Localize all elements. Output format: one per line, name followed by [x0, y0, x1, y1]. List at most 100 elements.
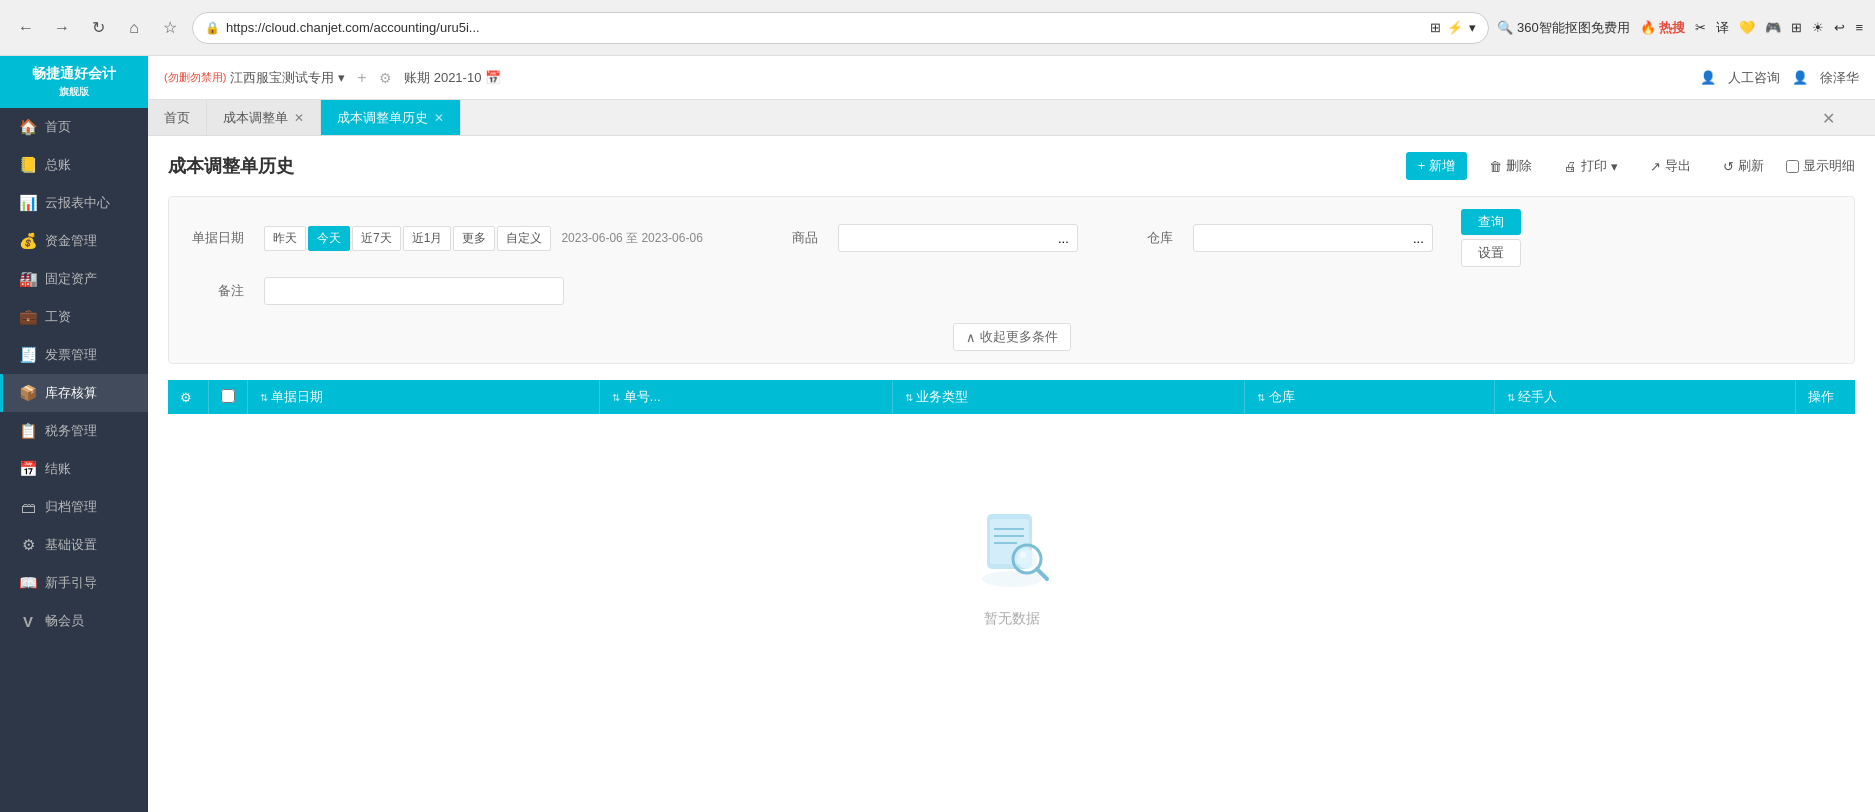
game-tool[interactable]: 🎮	[1765, 20, 1781, 35]
add-company-button[interactable]: +	[357, 69, 366, 87]
date-btn-custom[interactable]: 自定义	[497, 226, 551, 251]
print-button[interactable]: 🖨 打印 ▾	[1554, 152, 1628, 180]
star-button[interactable]: ☆	[156, 14, 184, 42]
th-settings[interactable]: ⚙	[168, 380, 208, 414]
scissors-tool[interactable]: ✂	[1695, 20, 1706, 35]
page-actions: + 新增 🗑 删除 🖨 打印 ▾ ↗ 导出 ↺	[1406, 152, 1855, 180]
filter-settings-button[interactable]: 设置	[1461, 239, 1521, 267]
refresh-button[interactable]: ↻	[84, 14, 112, 42]
company-selector[interactable]: (勿删勿禁用) 江西服宝测试专用 ▾	[164, 69, 345, 87]
date-btn-more[interactable]: 更多	[453, 226, 495, 251]
warehouse-filter-label: 仓库	[1118, 229, 1173, 247]
tab-home[interactable]: 首页	[148, 100, 207, 135]
page-title: 成本调整单历史	[168, 154, 294, 178]
goods-select-button[interactable]: ...	[838, 224, 1078, 252]
note-input[interactable]	[264, 277, 564, 305]
empty-illustration	[962, 494, 1062, 594]
membership-icon: V	[19, 613, 37, 630]
date-btn-7days[interactable]: 近7天	[352, 226, 401, 251]
th-actions: 操作	[1795, 380, 1855, 414]
home-button[interactable]: ⌂	[120, 14, 148, 42]
export-button[interactable]: ↗ 导出	[1640, 152, 1701, 180]
support-text[interactable]: 人工咨询	[1728, 69, 1780, 87]
th-operator[interactable]: ⇅ 经手人	[1494, 380, 1795, 414]
sidebar-item-ledger[interactable]: 📒 总账	[0, 146, 148, 184]
collapse-button[interactable]: ∧ 收起更多条件	[953, 323, 1071, 351]
invoice-icon: 🧾	[19, 346, 37, 364]
warehouse-select-button[interactable]: ...	[1193, 224, 1433, 252]
sidebar-nav: 🏠 首页 📒 总账 📊 云报表中心 💰 资金管理 🏭 固定资产 💼 工资	[0, 108, 148, 812]
page-header: 成本调整单历史 + 新增 🗑 删除 🖨 打印 ▾ ↗ 导出	[168, 152, 1855, 180]
date-btn-yesterday[interactable]: 昨天	[264, 226, 306, 251]
filter-row-note: 备注	[189, 277, 1834, 305]
svg-point-9	[1020, 552, 1026, 558]
lightning-icon: ⚡	[1447, 20, 1463, 35]
print-dropdown: ▾	[1611, 159, 1618, 174]
sidebar-item-reports[interactable]: 📊 云报表中心	[0, 184, 148, 222]
th-biz-type[interactable]: ⇅ 业务类型	[892, 380, 1245, 414]
tab-cost-adjust-history-close[interactable]: ✕	[434, 111, 444, 125]
sidebar-item-archive[interactable]: 🗃 归档管理	[0, 488, 148, 526]
th-number[interactable]: ⇅ 单号...	[600, 380, 892, 414]
top-bar-left: (勿删勿禁用) 江西服宝测试专用 ▾ + ⚙ 账期 2021-10 📅	[164, 69, 501, 87]
delete-button[interactable]: 🗑 删除	[1479, 152, 1542, 180]
query-button[interactable]: 查询	[1461, 209, 1521, 235]
display-cols-label: 显示明细	[1803, 157, 1855, 175]
sidebar-item-closing[interactable]: 📅 结账	[0, 450, 148, 488]
refresh-button[interactable]: ↺ 刷新	[1713, 152, 1774, 180]
data-table: ⚙ ⇅ 单据日期 ⇅ 单号...	[168, 380, 1855, 414]
tab-cost-adjust-close[interactable]: ✕	[294, 111, 304, 125]
undo-tool[interactable]: ↩	[1834, 20, 1845, 35]
sidebar-item-inventory[interactable]: 📦 库存核算	[0, 374, 148, 412]
sidebar-label-tax: 税务管理	[45, 422, 97, 440]
forward-button[interactable]: →	[48, 14, 76, 42]
display-check: 显示明细	[1786, 157, 1855, 175]
sidebar-item-tax[interactable]: 📋 税务管理	[0, 412, 148, 450]
sort-icon-date: ⇅	[260, 392, 268, 403]
address-bar[interactable]: 🔒 https://cloud.chanjet.com/accounting/u…	[192, 12, 1489, 44]
calendar-icon[interactable]: 📅	[485, 70, 501, 85]
th-checkbox[interactable]	[208, 380, 247, 414]
sidebar-item-funds[interactable]: 💰 资金管理	[0, 222, 148, 260]
sidebar-item-fixed-assets[interactable]: 🏭 固定资产	[0, 260, 148, 298]
main-area: (勿删勿禁用) 江西服宝测试专用 ▾ + ⚙ 账期 2021-10 📅 👤 人工…	[148, 56, 1875, 812]
menu-tool[interactable]: ≡	[1855, 20, 1863, 35]
sidebar-item-settings[interactable]: ⚙ 基础设置	[0, 526, 148, 564]
sidebar-label-reports: 云报表中心	[45, 194, 110, 212]
ledger-icon: 📒	[19, 156, 37, 174]
user-name[interactable]: 徐泽华	[1820, 69, 1859, 87]
tab-cost-adjust[interactable]: 成本调整单 ✕	[207, 100, 321, 135]
display-cols-checkbox[interactable]	[1786, 160, 1799, 173]
new-button[interactable]: + 新增	[1406, 152, 1467, 180]
select-all-checkbox[interactable]	[221, 389, 235, 403]
goods-filter-container: ...	[838, 224, 1078, 252]
tab-cost-adjust-history[interactable]: 成本调整单历史 ✕	[321, 100, 461, 135]
all-tabs-close[interactable]: ✕	[1822, 100, 1835, 136]
date-btn-1month[interactable]: 近1月	[403, 226, 452, 251]
wallet-tool[interactable]: 💛	[1739, 20, 1755, 35]
back-button[interactable]: ←	[12, 14, 40, 42]
user-avatar: 👤	[1792, 70, 1808, 85]
salary-icon: 💼	[19, 308, 37, 326]
th-date[interactable]: ⇅ 单据日期	[247, 380, 600, 414]
page-content: 成本调整单历史 + 新增 🗑 删除 🖨 打印 ▾ ↗ 导出	[148, 136, 1875, 812]
company-settings-button[interactable]: ⚙	[379, 70, 392, 86]
brightness-tool[interactable]: ☀	[1812, 20, 1824, 35]
sidebar-item-membership[interactable]: V 畅会员	[0, 602, 148, 640]
sidebar-item-invoice[interactable]: 🧾 发票管理	[0, 336, 148, 374]
collapse-row: ∧ 收起更多条件	[189, 315, 1834, 351]
table-header: ⚙ ⇅ 单据日期 ⇅ 单号...	[168, 380, 1855, 414]
top-bar-right: 👤 人工咨询 👤 徐泽华	[1700, 69, 1859, 87]
hot-search[interactable]: 🔥 热搜	[1640, 19, 1686, 37]
grid-tool[interactable]: ⊞	[1791, 20, 1802, 35]
th-warehouse[interactable]: ⇅ 仓库	[1245, 380, 1494, 414]
logo-title: 畅捷通好会计	[32, 65, 116, 83]
sidebar-item-salary[interactable]: 💼 工资	[0, 298, 148, 336]
search-tool[interactable]: 🔍 360智能抠图免费用	[1497, 19, 1629, 37]
period-info: 账期 2021-10 📅	[404, 69, 502, 87]
sidebar-item-home[interactable]: 🏠 首页	[0, 108, 148, 146]
date-btn-today[interactable]: 今天	[308, 226, 350, 251]
translate-tool[interactable]: 译	[1716, 19, 1729, 37]
company-warning: (勿删勿禁用)	[164, 70, 226, 85]
sidebar-item-guide[interactable]: 📖 新手引导	[0, 564, 148, 602]
